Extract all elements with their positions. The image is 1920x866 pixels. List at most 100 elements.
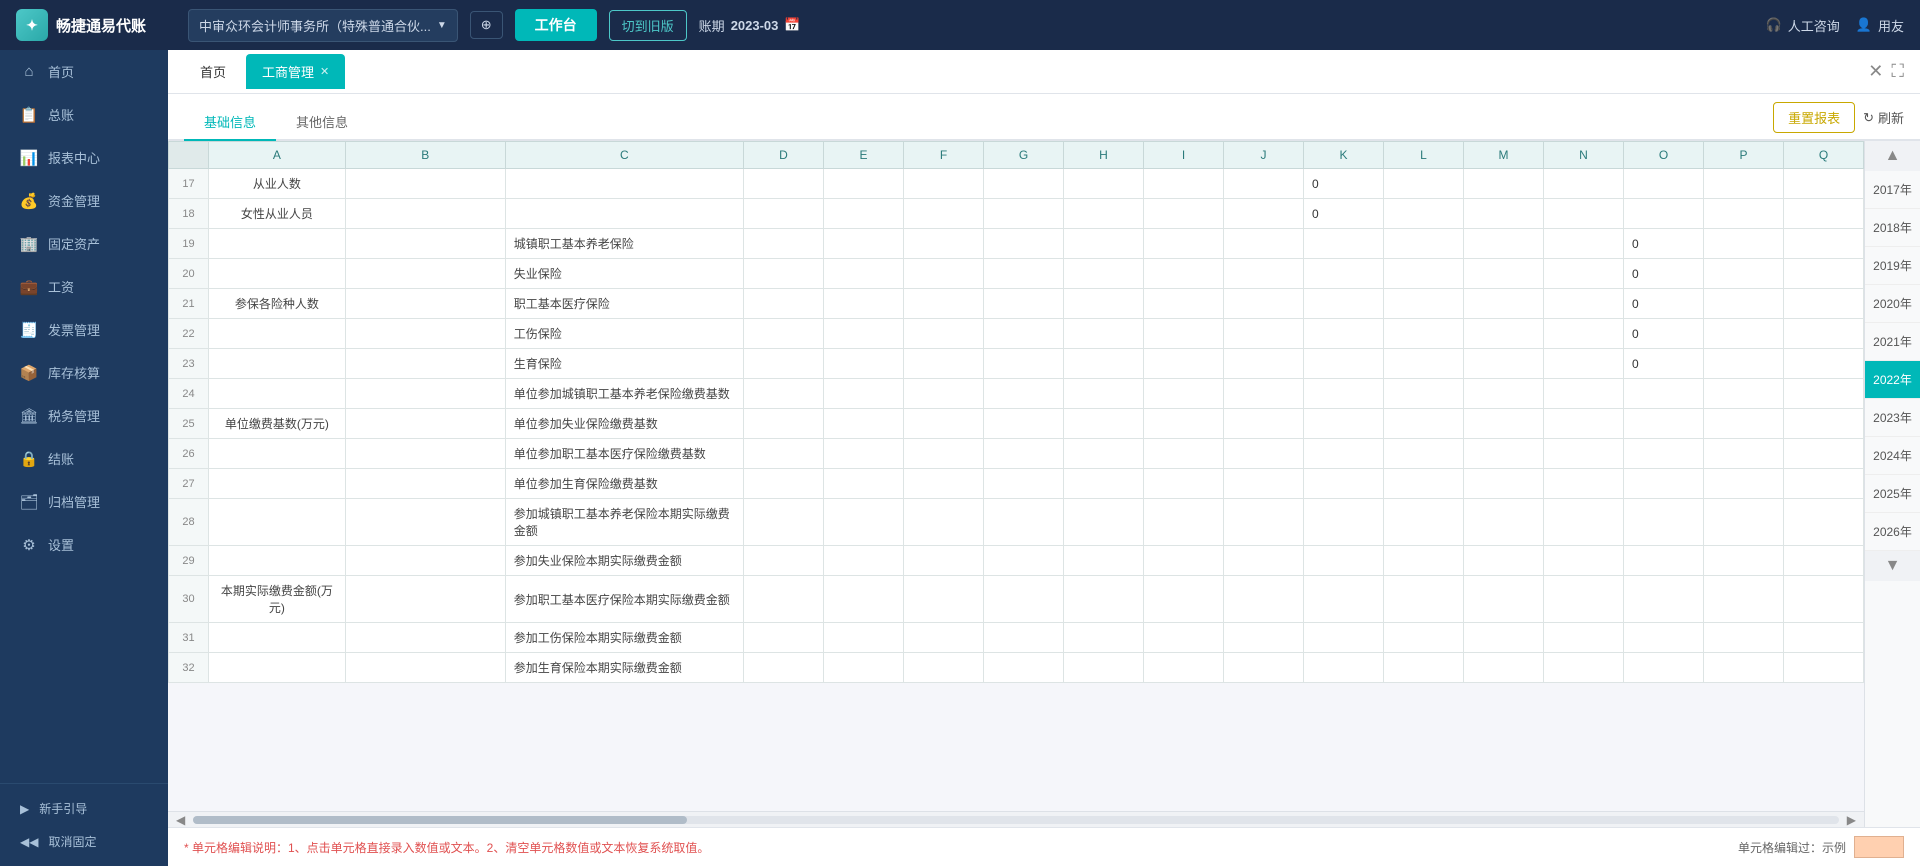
cell-32-l[interactable] <box>1383 653 1463 683</box>
cell-23-b[interactable] <box>345 349 505 379</box>
cell-23-n[interactable] <box>1543 349 1623 379</box>
cell-17-d[interactable] <box>743 169 823 199</box>
cell-30-q[interactable] <box>1783 576 1863 623</box>
switch-version-button[interactable]: 切到旧版 <box>609 10 687 41</box>
cell-25-m[interactable] <box>1463 409 1543 439</box>
cell-18-n[interactable] <box>1543 199 1623 229</box>
cell-21-a[interactable]: 参保各险种人数 <box>209 289 346 319</box>
cell-30-c[interactable]: 参加职工基本医疗保险本期实际缴费金额 <box>505 576 743 623</box>
cell-28-e[interactable] <box>823 499 903 546</box>
cell-30-k[interactable] <box>1303 576 1383 623</box>
cell-31-g[interactable] <box>983 623 1063 653</box>
cell-31-j[interactable] <box>1223 623 1303 653</box>
cell-25-j[interactable] <box>1223 409 1303 439</box>
table-row[interactable]: 18女性从业人员0 <box>169 199 1864 229</box>
cell-29-m[interactable] <box>1463 546 1543 576</box>
cell-18-g[interactable] <box>983 199 1063 229</box>
cell-18-e[interactable] <box>823 199 903 229</box>
sidebar-item-fixed[interactable]: 🏢 固定资产 <box>0 222 168 265</box>
cell-26-a[interactable] <box>209 439 346 469</box>
sidebar-item-settings[interactable]: ⚙ 设置 <box>0 523 168 566</box>
cell-19-c[interactable]: 城镇职工基本养老保险 <box>505 229 743 259</box>
cell-19-e[interactable] <box>823 229 903 259</box>
cell-26-f[interactable] <box>903 439 983 469</box>
cell-20-q[interactable] <box>1783 259 1863 289</box>
cell-26-q[interactable] <box>1783 439 1863 469</box>
cell-28-o[interactable] <box>1623 499 1703 546</box>
cell-28-h[interactable] <box>1063 499 1143 546</box>
close-panel-button[interactable]: ✕ <box>1868 61 1883 82</box>
cell-28-c[interactable]: 参加城镇职工基本养老保险本期实际缴费金额 <box>505 499 743 546</box>
cell-29-q[interactable] <box>1783 546 1863 576</box>
cell-27-m[interactable] <box>1463 469 1543 499</box>
cell-27-h[interactable] <box>1063 469 1143 499</box>
cell-22-p[interactable] <box>1703 319 1783 349</box>
cell-22-k[interactable] <box>1303 319 1383 349</box>
cell-18-d[interactable] <box>743 199 823 229</box>
cell-26-o[interactable] <box>1623 439 1703 469</box>
cell-23-j[interactable] <box>1223 349 1303 379</box>
cell-18-m[interactable] <box>1463 199 1543 229</box>
cell-32-i[interactable] <box>1143 653 1223 683</box>
cell-27-b[interactable] <box>345 469 505 499</box>
cell-31-p[interactable] <box>1703 623 1783 653</box>
cell-27-e[interactable] <box>823 469 903 499</box>
cell-32-g[interactable] <box>983 653 1063 683</box>
cell-31-o[interactable] <box>1623 623 1703 653</box>
cell-17-c[interactable] <box>505 169 743 199</box>
cell-29-d[interactable] <box>743 546 823 576</box>
year-item[interactable]: 2024年 <box>1865 437 1920 475</box>
cell-23-q[interactable] <box>1783 349 1863 379</box>
cell-27-q[interactable] <box>1783 469 1863 499</box>
cell-17-i[interactable] <box>1143 169 1223 199</box>
cell-26-i[interactable] <box>1143 439 1223 469</box>
cell-20-b[interactable] <box>345 259 505 289</box>
cell-20-m[interactable] <box>1463 259 1543 289</box>
cell-22-q[interactable] <box>1783 319 1863 349</box>
sidebar-unpin[interactable]: ◀◀ 取消固定 <box>0 825 168 858</box>
tab-home[interactable]: 首页 <box>184 54 242 89</box>
cell-23-a[interactable] <box>209 349 346 379</box>
cell-25-b[interactable] <box>345 409 505 439</box>
cell-31-m[interactable] <box>1463 623 1543 653</box>
cell-24-o[interactable] <box>1623 379 1703 409</box>
cell-21-h[interactable] <box>1063 289 1143 319</box>
cell-26-k[interactable] <box>1303 439 1383 469</box>
cell-27-c[interactable]: 单位参加生育保险缴费基数 <box>505 469 743 499</box>
cell-17-a[interactable]: 从业人数 <box>209 169 346 199</box>
cell-17-m[interactable] <box>1463 169 1543 199</box>
cell-21-l[interactable] <box>1383 289 1463 319</box>
cell-30-e[interactable] <box>823 576 903 623</box>
cell-24-m[interactable] <box>1463 379 1543 409</box>
cell-20-d[interactable] <box>743 259 823 289</box>
sidebar-item-home[interactable]: ⌂ 首页 <box>0 50 168 93</box>
cell-17-o[interactable] <box>1623 169 1703 199</box>
cell-17-h[interactable] <box>1063 169 1143 199</box>
year-down-button[interactable]: ▼ <box>1865 551 1920 581</box>
cell-32-m[interactable] <box>1463 653 1543 683</box>
cell-18-h[interactable] <box>1063 199 1143 229</box>
cell-29-e[interactable] <box>823 546 903 576</box>
cell-19-o[interactable]: 0 <box>1623 229 1703 259</box>
cell-26-h[interactable] <box>1063 439 1143 469</box>
cell-28-j[interactable] <box>1223 499 1303 546</box>
cell-21-b[interactable] <box>345 289 505 319</box>
cell-21-f[interactable] <box>903 289 983 319</box>
table-row[interactable]: 29参加失业保险本期实际缴费金额 <box>169 546 1864 576</box>
cell-24-j[interactable] <box>1223 379 1303 409</box>
cell-28-l[interactable] <box>1383 499 1463 546</box>
refresh-button[interactable]: ↻ 刷新 <box>1863 108 1904 127</box>
year-item[interactable]: 2020年 <box>1865 285 1920 323</box>
cell-18-p[interactable] <box>1703 199 1783 229</box>
sidebar-item-archive[interactable]: 🗂 归档管理 <box>0 480 168 523</box>
cell-21-c[interactable]: 职工基本医疗保险 <box>505 289 743 319</box>
cell-19-g[interactable] <box>983 229 1063 259</box>
cell-31-n[interactable] <box>1543 623 1623 653</box>
sidebar-item-close[interactable]: 🔒 结账 <box>0 437 168 480</box>
year-item[interactable]: 2019年 <box>1865 247 1920 285</box>
cell-22-a[interactable] <box>209 319 346 349</box>
cell-29-k[interactable] <box>1303 546 1383 576</box>
expand-panel-button[interactable]: ⛶ <box>1891 61 1904 82</box>
cell-21-n[interactable] <box>1543 289 1623 319</box>
cell-28-q[interactable] <box>1783 499 1863 546</box>
